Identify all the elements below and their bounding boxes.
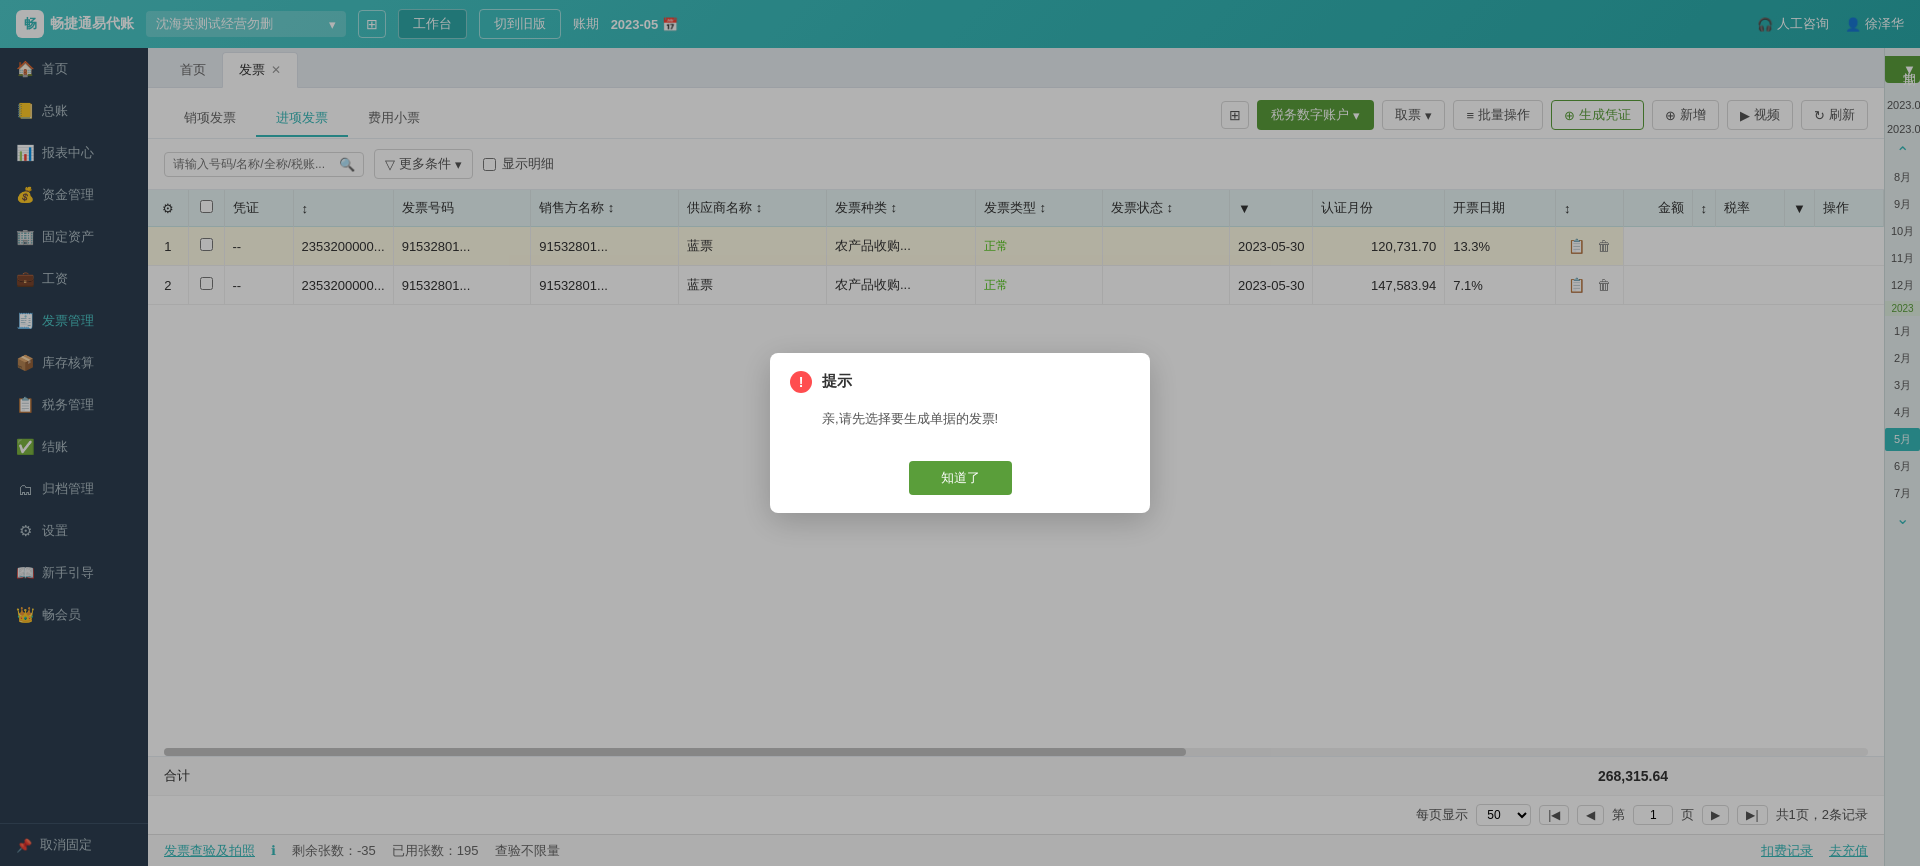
modal-message: 亲,请先选择要生成单据的发票!	[822, 411, 998, 426]
modal-confirm-button[interactable]: 知道了	[909, 461, 1012, 495]
modal-header: ! 提示	[770, 353, 1150, 405]
modal-body: 亲,请先选择要生成单据的发票!	[770, 405, 1150, 450]
modal-overlay[interactable]: ! 提示 亲,请先选择要生成单据的发票! 知道了	[0, 0, 1920, 866]
modal-box: ! 提示 亲,请先选择要生成单据的发票! 知道了	[770, 353, 1150, 514]
modal-title: 提示	[822, 372, 852, 391]
modal-footer: 知道了	[770, 449, 1150, 513]
warning-icon: !	[790, 371, 812, 393]
